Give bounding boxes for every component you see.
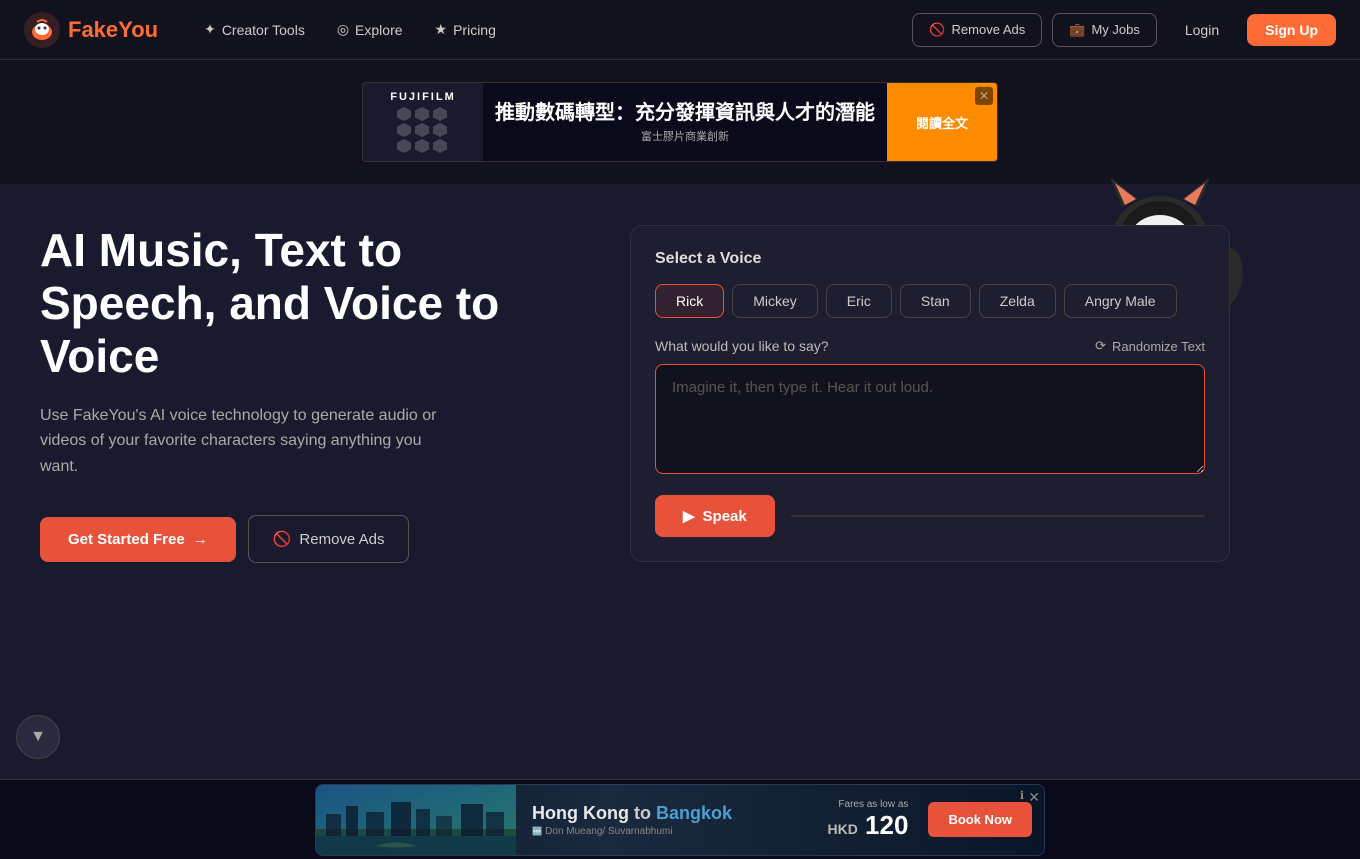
hero-left: AI Music, Text to Speech, and Voice to V… xyxy=(40,224,560,563)
login-button[interactable]: Login xyxy=(1167,14,1237,46)
navbar: FakeYou ✦ Creator Tools ◎ Explore ★ Pric… xyxy=(0,0,1360,60)
ad-bottom-cta-button[interactable]: Book Now xyxy=(928,802,1032,837)
ad-bottom-info-button[interactable]: ℹ xyxy=(1020,789,1024,802)
voice-widget: Select a Voice RickMickeyEricStanZeldaAn… xyxy=(630,225,1230,562)
nav-actions: 🚫 Remove Ads 💼 My Jobs Login Sign Up xyxy=(912,13,1336,47)
explore-icon: ◎ xyxy=(337,21,349,38)
hero-buttons: Get Started Free → 🚫 Remove Ads xyxy=(40,515,560,563)
to-city: Bangkok xyxy=(656,803,732,823)
voice-chip-eric[interactable]: Eric xyxy=(826,284,892,318)
logo-text: FakeYou xyxy=(68,17,158,43)
what-label-row: What would you like to say? ⟳ Randomize … xyxy=(655,338,1205,354)
nav-creator-tools[interactable]: ✦ Creator Tools xyxy=(190,13,319,46)
ad-bottom-inner: Hong Kong to Bangkok 🆕 Don Mueang/ Suvar… xyxy=(315,784,1045,856)
audio-progress-bar xyxy=(791,515,1205,517)
speak-button[interactable]: ▶ Speak xyxy=(655,495,775,537)
my-jobs-icon: 💼 xyxy=(1069,22,1085,38)
get-started-button[interactable]: Get Started Free → xyxy=(40,517,236,562)
nav-explore[interactable]: ◎ Explore xyxy=(323,13,417,46)
chevron-down-icon: ▼ xyxy=(30,728,46,746)
logo-icon xyxy=(24,12,60,48)
ad-fuji-logo: FUJIFILM xyxy=(363,83,483,161)
pricing-icon: ★ xyxy=(435,21,448,38)
nav-remove-ads-button[interactable]: 🚫 Remove Ads xyxy=(912,13,1042,47)
text-area-wrapper xyxy=(655,364,1205,479)
voice-chip-rick[interactable]: Rick xyxy=(655,284,724,318)
fare-label: Fares as low as xyxy=(827,799,908,810)
site-logo[interactable]: FakeYou xyxy=(24,12,158,48)
hero-right: Select a Voice RickMickeyEricStanZeldaAn… xyxy=(560,225,1300,562)
widget-title: Select a Voice xyxy=(655,250,1205,268)
nav-links: ✦ Creator Tools ◎ Explore ★ Pricing xyxy=(190,13,912,46)
creator-tools-icon: ✦ xyxy=(204,21,216,38)
ad-bottom-right: Fares as low as HKD 120 xyxy=(807,799,928,841)
voice-chips: RickMickeyEricStanZeldaAngry Male xyxy=(655,284,1205,318)
nav-pricing[interactable]: ★ Pricing xyxy=(421,13,510,46)
remove-ads-icon-hero: 🚫 xyxy=(273,530,292,548)
ad-bottom-image xyxy=(316,785,516,855)
ad-bottom-title: Hong Kong to Bangkok xyxy=(532,803,791,824)
widget-bottom: ▶ Speak xyxy=(655,495,1205,537)
ad-bottom-close-button[interactable]: ✕ xyxy=(1028,789,1040,806)
signup-button[interactable]: Sign Up xyxy=(1247,14,1336,46)
hero-description: Use FakeYou's AI voice technology to gen… xyxy=(40,403,460,480)
ad-banner-top: FUJIFILM 推動數碼轉型：充分發揮資訊與人才的潛能 富士膠片商業創新 閱讀… xyxy=(362,82,998,162)
speak-textarea[interactable] xyxy=(655,364,1205,474)
voice-chip-mickey[interactable]: Mickey xyxy=(732,284,818,318)
remove-ads-icon: 🚫 xyxy=(929,22,945,38)
ad-fuji-text: 推動數碼轉型：充分發揮資訊與人才的潛能 富士膠片商業創新 xyxy=(483,83,887,161)
ad-bottom-text: Hong Kong to Bangkok 🆕 Don Mueang/ Suvar… xyxy=(516,803,807,837)
voice-chip-angry-male[interactable]: Angry Male xyxy=(1064,284,1177,318)
hero-remove-ads-button[interactable]: 🚫 Remove Ads xyxy=(248,515,410,563)
voice-chip-stan[interactable]: Stan xyxy=(900,284,971,318)
randomize-icon: ⟳ xyxy=(1095,338,1106,354)
what-label: What would you like to say? xyxy=(655,338,829,354)
ad-bottom-sub: 🆕 Don Mueang/ Suvarnabhumi xyxy=(532,826,791,837)
voice-chip-zelda[interactable]: Zelda xyxy=(979,284,1056,318)
ad-banner-bottom: Hong Kong to Bangkok 🆕 Don Mueang/ Suvar… xyxy=(0,779,1360,859)
hero-title: AI Music, Text to Speech, and Voice to V… xyxy=(40,224,560,383)
play-icon: ▶ xyxy=(683,507,695,525)
from-city: Hong Kong xyxy=(532,803,629,823)
hero-section: AI Music, Text to Speech, and Voice to V… xyxy=(0,184,1360,603)
ad-top-close-button[interactable]: ✕ xyxy=(975,87,993,105)
arrow-right-icon: → xyxy=(193,531,208,548)
nav-my-jobs-button[interactable]: 💼 My Jobs xyxy=(1052,13,1157,47)
scroll-down-button[interactable]: ▼ xyxy=(16,715,60,759)
price-display: HKD 120 xyxy=(827,810,908,841)
randomize-button[interactable]: ⟳ Randomize Text xyxy=(1095,338,1205,354)
